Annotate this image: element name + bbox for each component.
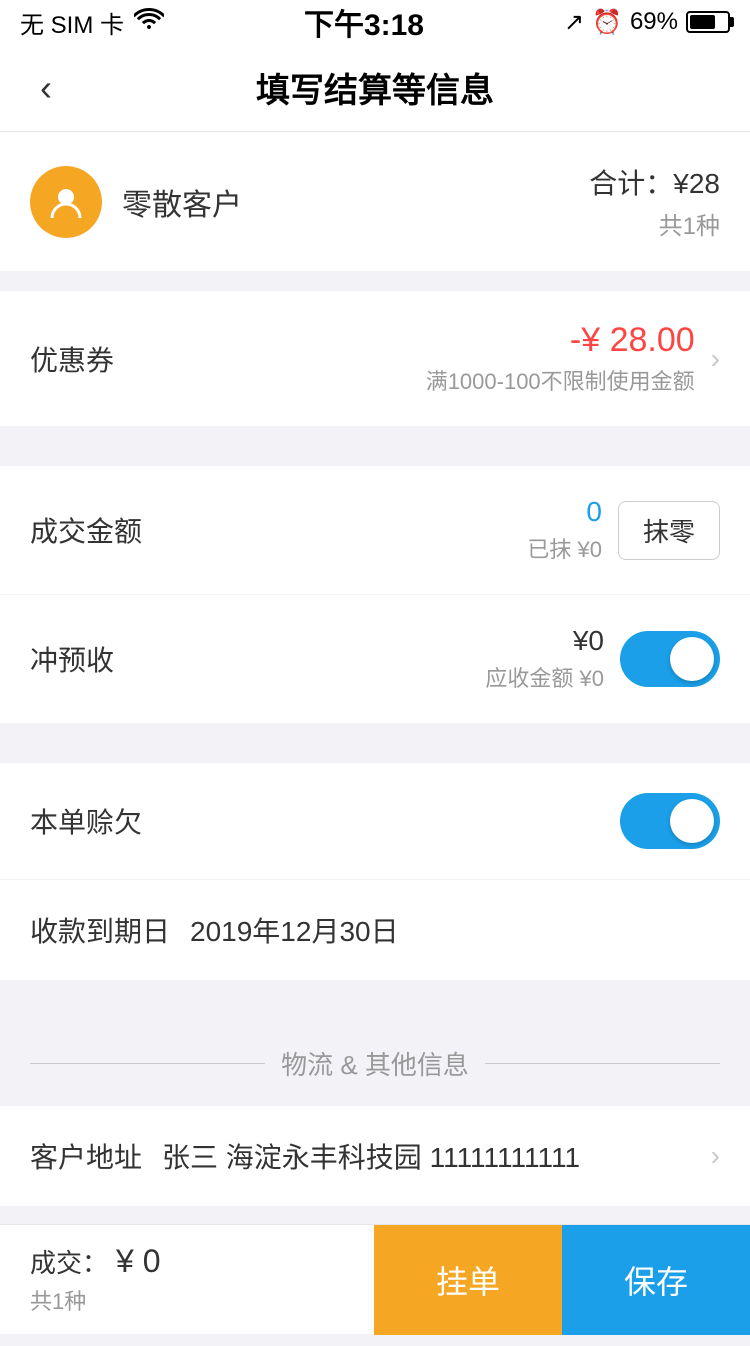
nav-bar: ‹ 填写结算等信息 xyxy=(0,44,750,132)
deal-amount-right: 0 已抹 ¥0 抹零 xyxy=(527,496,720,564)
status-left: 无 SIM 卡 xyxy=(20,5,164,40)
battery-percent: 69% xyxy=(630,8,678,36)
deal-amount-sub: 已抹 ¥0 xyxy=(527,532,602,564)
status-bar: 无 SIM 卡 下午3:18 ↗ ⏰ 69% xyxy=(0,0,750,44)
logistics-line-right xyxy=(485,1063,720,1064)
bottom-deal-label: 成交： xyxy=(30,1243,108,1280)
due-date-value: 2019年12月30日 xyxy=(190,910,399,950)
customer-name: 零散客户 xyxy=(122,180,242,224)
no-sim-text: 无 SIM 卡 xyxy=(20,5,124,40)
bottom-deal-amount: ¥ 0 xyxy=(116,1243,160,1280)
wifi-icon xyxy=(134,8,164,37)
deal-amount-label: 成交金额 xyxy=(30,510,142,550)
total-amount: 合计：¥28 xyxy=(589,162,720,202)
coupon-chevron-icon: › xyxy=(711,343,720,375)
prepayment-value: ¥0 xyxy=(485,625,604,657)
customer-right: 合计：¥28 共1种 xyxy=(589,162,720,241)
logistics-text: 物流 & 其他信息 xyxy=(281,1045,469,1082)
status-right: ↗ ⏰ 69% xyxy=(564,8,730,37)
bottom-deal: 成交： ¥ 0 xyxy=(30,1243,344,1280)
address-chevron-icon: › xyxy=(711,1140,720,1172)
customer-left: 零散客户 xyxy=(30,166,242,238)
back-button[interactable]: ‹ xyxy=(30,57,62,119)
logistics-line-left xyxy=(30,1063,265,1064)
round-zero-button[interactable]: 抹零 xyxy=(618,501,720,560)
due-date-row[interactable]: 收款到期日 2019年12月30日 xyxy=(0,880,750,981)
deal-amount-value-wrap: 0 已抹 ¥0 xyxy=(527,496,602,564)
hang-button[interactable]: 挂单 xyxy=(374,1225,562,1335)
arrears-right xyxy=(620,793,720,849)
status-time: 下午3:18 xyxy=(304,0,424,44)
customer-row: 零散客户 合计：¥28 共1种 xyxy=(0,132,750,271)
deal-amount-row: 成交金额 0 已抹 ¥0 抹零 xyxy=(0,466,750,595)
address-label: 客户地址 xyxy=(30,1136,142,1176)
prepayment-value-wrap: ¥0 应收金额 ¥0 xyxy=(485,625,604,693)
section-divider-3 xyxy=(0,1001,750,1021)
bottom-bar: 成交： ¥ 0 共1种 挂单 保存 xyxy=(0,1224,750,1334)
arrears-toggle[interactable] xyxy=(620,793,720,849)
battery-icon xyxy=(686,11,730,33)
coupon-label: 优惠券 xyxy=(30,339,114,379)
coupon-right: -¥ 28.00 满1000-100不限制使用金额 › xyxy=(426,321,720,396)
due-date-label: 收款到期日 xyxy=(30,910,170,950)
location-icon: ↗ xyxy=(564,8,584,37)
coupon-discount: -¥ 28.00 xyxy=(426,321,695,360)
coupon-card: 优惠券 -¥ 28.00 满1000-100不限制使用金额 › xyxy=(0,291,750,426)
logistics-header: 物流 & 其他信息 xyxy=(0,1021,750,1106)
total-count: 共1种 xyxy=(589,206,720,241)
prepayment-sub: 应收金额 ¥0 xyxy=(485,661,604,693)
coupon-sub: 满1000-100不限制使用金额 xyxy=(426,364,695,396)
coupon-value-wrap: -¥ 28.00 满1000-100不限制使用金额 xyxy=(426,321,695,396)
save-button[interactable]: 保存 xyxy=(562,1225,750,1335)
prepayment-label: 冲预收 xyxy=(30,639,114,679)
section-divider-2 xyxy=(0,743,750,763)
arrears-row: 本单赊欠 xyxy=(0,763,750,880)
address-row[interactable]: 客户地址 张三 海淀永丰科技园 11111111111 › xyxy=(0,1106,750,1206)
arrears-card: 本单赊欠 收款到期日 2019年12月30日 xyxy=(0,763,750,981)
prepayment-row: 冲预收 ¥0 应收金额 ¥0 xyxy=(0,595,750,723)
prepayment-right: ¥0 应收金额 ¥0 xyxy=(485,625,720,693)
prepayment-toggle[interactable] xyxy=(620,631,720,687)
transaction-card: 成交金额 0 已抹 ¥0 抹零 冲预收 ¥0 应收金额 ¥0 xyxy=(0,466,750,723)
bottom-info: 成交： ¥ 0 共1种 xyxy=(0,1243,374,1316)
avatar xyxy=(30,166,102,238)
coupon-row[interactable]: 优惠券 -¥ 28.00 满1000-100不限制使用金额 › xyxy=(0,291,750,426)
arrears-label: 本单赊欠 xyxy=(30,801,142,841)
alarm-icon: ⏰ xyxy=(592,8,622,37)
main-content: 零散客户 合计：¥28 共1种 优惠券 -¥ 28.00 满1000-100不限… xyxy=(0,132,750,1346)
section-divider-1 xyxy=(0,446,750,466)
address-value: 张三 海淀永丰科技园 11111111111 xyxy=(162,1136,711,1176)
deal-amount-value[interactable]: 0 xyxy=(527,496,602,528)
bottom-count: 共1种 xyxy=(30,1284,344,1316)
page-title: 填写结算等信息 xyxy=(256,63,494,112)
